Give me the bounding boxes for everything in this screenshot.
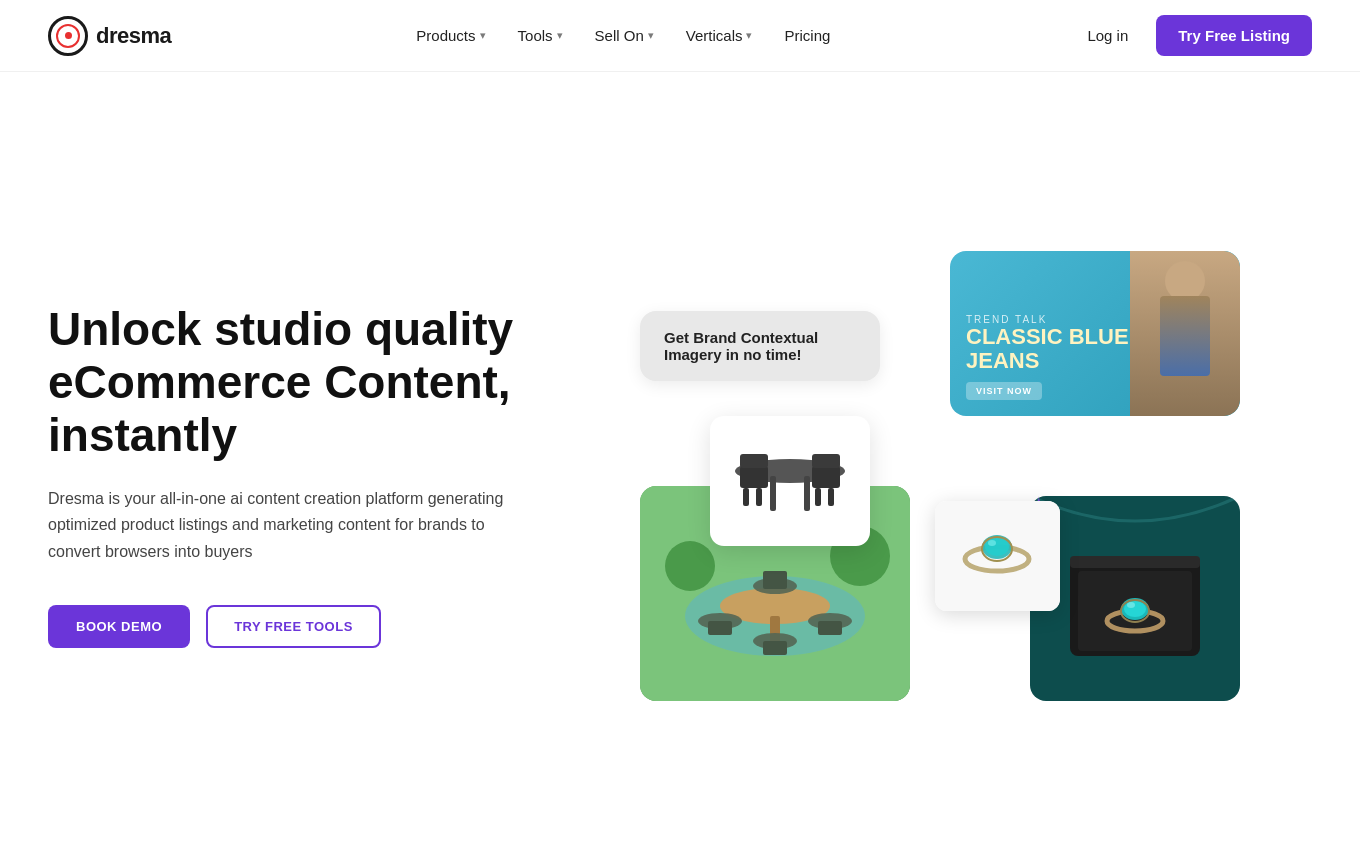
ring-big-svg xyxy=(1030,496,1240,701)
chevron-down-icon: ▾ xyxy=(480,29,486,42)
brand-bubble-text: Get Brand Contextual Imagery in no time! xyxy=(664,329,818,363)
svg-rect-16 xyxy=(708,621,732,635)
login-button[interactable]: Log in xyxy=(1075,19,1140,52)
chair-card xyxy=(710,416,870,546)
ring-small-card xyxy=(935,501,1060,611)
chevron-down-icon: ▾ xyxy=(746,29,752,42)
svg-rect-20 xyxy=(763,641,787,655)
brand-bubble: Get Brand Contextual Imagery in no time! xyxy=(640,311,880,381)
logo[interactable]: dresma xyxy=(48,16,171,56)
svg-rect-1 xyxy=(770,476,776,511)
logo-text: dresma xyxy=(96,23,171,49)
nav-right: Log in Try Free Listing xyxy=(1075,15,1312,56)
svg-rect-22 xyxy=(763,571,787,589)
svg-rect-5 xyxy=(756,488,762,506)
banner-jeans-title: CLASSIC BLUE JEANS xyxy=(966,325,1224,373)
nav-links: Products ▾ Tools ▾ Sell On ▾ Verticals ▾… xyxy=(402,19,844,52)
chair-svg xyxy=(710,416,870,546)
banner-visit-btn: VISIT NOW xyxy=(966,382,1042,400)
logo-icon xyxy=(48,16,88,56)
hero-section: Unlock studio quality eCommerce Content,… xyxy=(0,72,1360,859)
hero-collage: Get Brand Contextual Imagery in no time!… xyxy=(640,251,1240,701)
try-free-listing-button[interactable]: Try Free Listing xyxy=(1156,15,1312,56)
ring-small-svg xyxy=(935,501,1060,611)
nav-item-tools[interactable]: Tools ▾ xyxy=(504,19,577,52)
svg-point-38 xyxy=(1127,602,1135,608)
navbar: dresma Products ▾ Tools ▾ Sell On ▾ Vert… xyxy=(0,0,1360,72)
hero-left: Unlock studio quality eCommerce Content,… xyxy=(48,303,528,648)
svg-rect-3 xyxy=(740,466,768,488)
svg-rect-8 xyxy=(815,488,821,506)
nav-item-pricing[interactable]: Pricing xyxy=(770,19,844,52)
svg-rect-2 xyxy=(804,476,810,511)
jeans-banner: TREND TALK CLASSIC BLUE JEANS VISIT NOW xyxy=(950,251,1240,416)
nav-item-verticals[interactable]: Verticals ▾ xyxy=(672,19,767,52)
svg-rect-4 xyxy=(743,488,749,506)
hero-buttons: BOOK DEMO TRY FREE TOOLS xyxy=(48,605,528,648)
nav-item-products[interactable]: Products ▾ xyxy=(402,19,499,52)
nav-item-sell-on[interactable]: Sell On ▾ xyxy=(581,19,668,52)
hero-title: Unlock studio quality eCommerce Content,… xyxy=(48,303,528,462)
hero-description: Dresma is your all-in-one ai content cre… xyxy=(48,486,528,565)
svg-point-28 xyxy=(985,538,1009,556)
book-demo-button[interactable]: BOOK DEMO xyxy=(48,605,190,648)
svg-rect-18 xyxy=(818,621,842,635)
svg-rect-9 xyxy=(828,488,834,506)
chevron-down-icon: ▾ xyxy=(557,29,563,42)
svg-rect-10 xyxy=(812,454,840,468)
hero-right: Get Brand Contextual Imagery in no time!… xyxy=(568,251,1312,701)
svg-rect-7 xyxy=(812,466,840,488)
ring-big-card xyxy=(1030,496,1240,701)
svg-point-29 xyxy=(988,540,996,546)
svg-point-37 xyxy=(1124,601,1146,617)
svg-rect-6 xyxy=(740,454,768,468)
svg-rect-33 xyxy=(1070,556,1200,568)
try-free-tools-button[interactable]: TRY FREE TOOLS xyxy=(206,605,381,648)
chevron-down-icon: ▾ xyxy=(648,29,654,42)
svg-point-24 xyxy=(665,541,715,591)
